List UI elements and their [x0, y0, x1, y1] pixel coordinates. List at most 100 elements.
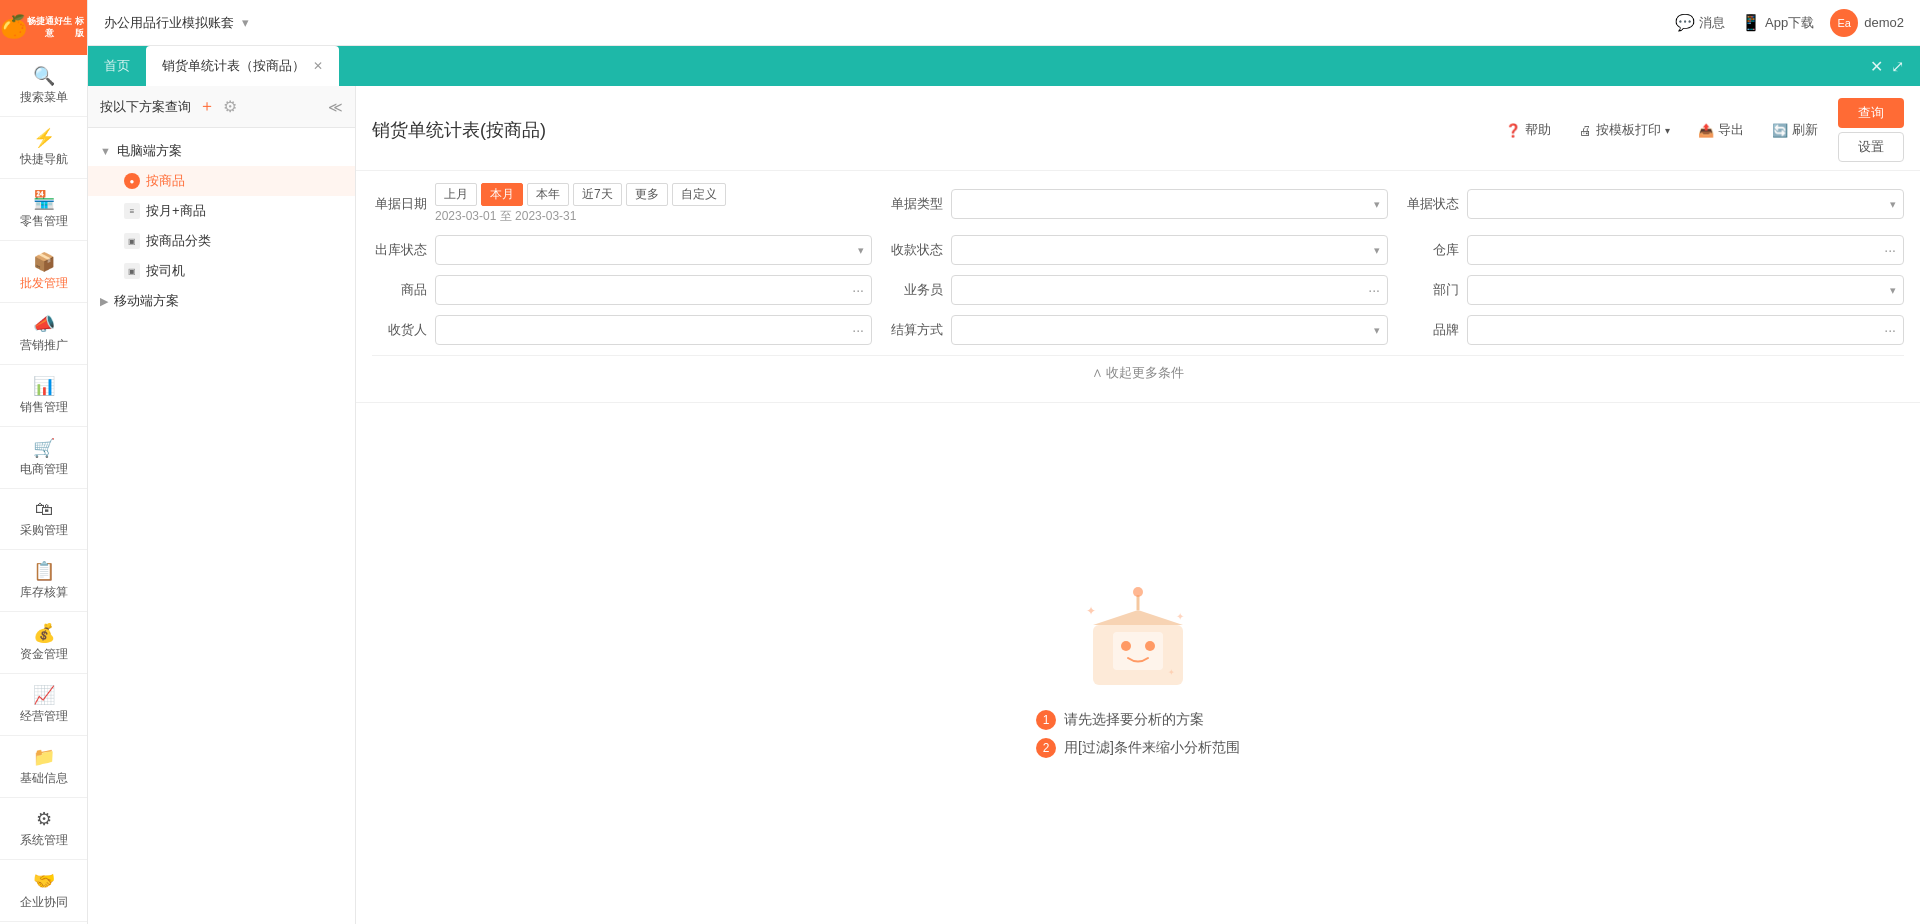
- empty-svg: ✦ ✦ ✦: [1068, 570, 1208, 690]
- filter-item-out-status: 出库状态 已出库 ▾: [372, 235, 872, 265]
- user-menu-button[interactable]: Ea demo2: [1830, 9, 1904, 37]
- dept-label: 部门: [1404, 281, 1459, 299]
- warehouse-input[interactable]: [1467, 235, 1904, 265]
- tab-close-button[interactable]: ✕: [313, 59, 323, 73]
- date-more[interactable]: 更多: [626, 183, 668, 206]
- sidebar-item-sales[interactable]: 📊 销售管理: [0, 365, 87, 427]
- export-icon: 📤: [1698, 123, 1714, 138]
- tree-child-by-driver[interactable]: ▣ 按司机: [88, 256, 355, 286]
- payment-input[interactable]: [951, 315, 1388, 345]
- consignee-dots-button[interactable]: ···: [852, 322, 864, 338]
- tab-home[interactable]: 首页: [88, 46, 146, 86]
- sidebar-item-retail[interactable]: 🏪 零售管理: [0, 179, 87, 241]
- sidebar-item-wholesale[interactable]: 📦 批发管理: [0, 241, 87, 303]
- message-button[interactable]: 💬 消息: [1675, 13, 1725, 32]
- empty-state: ✦ ✦ ✦ 1 请先选择要分析的方案 2 用[过滤]条件来缩小分析范围: [356, 403, 1920, 924]
- content-area: 按以下方案查询 ＋ ⚙ ≪ ▼ 电脑端方案 ● 按商品: [88, 86, 1920, 924]
- sidebar-item-finance[interactable]: 💰 资金管理: [0, 612, 87, 674]
- goods-dots-button[interactable]: ···: [852, 282, 864, 298]
- tree-child-by-goods[interactable]: ● 按商品: [88, 166, 355, 196]
- tree-child-by-goods-category[interactable]: ▣ 按商品分类: [88, 226, 355, 256]
- tree-child-by-month-goods[interactable]: ≡ 按月+商品: [88, 196, 355, 226]
- dept-input[interactable]: [1467, 275, 1904, 305]
- scheme-settings-button[interactable]: ⚙: [223, 97, 237, 116]
- sidebar-item-marketing[interactable]: 📣 营销推广: [0, 303, 87, 365]
- purchase-icon: 🛍: [5, 499, 82, 520]
- ecommerce-icon: 🛒: [5, 437, 82, 459]
- type-input[interactable]: 销货单: [951, 189, 1388, 219]
- goods-input[interactable]: [435, 275, 872, 305]
- left-panel: 按以下方案查询 ＋ ⚙ ≪ ▼ 电脑端方案 ● 按商品: [88, 86, 356, 924]
- brand-dots-button[interactable]: ···: [1884, 322, 1896, 338]
- quick-nav-icon: ⚡: [5, 127, 82, 149]
- brand-input[interactable]: [1467, 315, 1904, 345]
- wholesale-icon: 📦: [5, 251, 82, 273]
- query-button[interactable]: 查询: [1838, 98, 1904, 128]
- sidebar-item-ecommerce[interactable]: 🛒 电商管理: [0, 427, 87, 489]
- status-label: 单据状态: [1404, 195, 1459, 213]
- avatar: Ea: [1830, 9, 1858, 37]
- goods-control: ···: [435, 275, 872, 305]
- sidebar-item-inventory[interactable]: 📋 库存核算: [0, 550, 87, 612]
- salesperson-input[interactable]: [951, 275, 1388, 305]
- tab-close-window-button[interactable]: ✕: [1870, 57, 1883, 76]
- tab-sales-stats[interactable]: 销货单统计表（按商品） ✕: [146, 46, 339, 86]
- consignee-label: 收货人: [372, 321, 427, 339]
- print-dropdown-icon[interactable]: ▾: [1665, 125, 1670, 136]
- app-download-button[interactable]: 📱 App下载: [1741, 13, 1814, 32]
- export-button[interactable]: 📤 导出: [1690, 117, 1752, 143]
- status-input[interactable]: 已生效: [1467, 189, 1904, 219]
- recv-status-input[interactable]: [951, 235, 1388, 265]
- out-status-control: 已出库 ▾: [435, 235, 872, 265]
- salesperson-dots-button[interactable]: ···: [1368, 282, 1380, 298]
- date-last-month[interactable]: 上月: [435, 183, 477, 206]
- tree-parent-pc[interactable]: ▼ 电脑端方案: [88, 136, 355, 166]
- sidebar-item-base-info[interactable]: 📁 基础信息: [0, 736, 87, 798]
- app-download-icon: 📱: [1741, 13, 1761, 32]
- tip-num-1: 1: [1036, 710, 1056, 730]
- filter-row-1: 单据日期 上月 本月 本年 近7天 更多 自定义: [372, 183, 1904, 225]
- svg-rect-1: [1113, 632, 1163, 670]
- sidebar-item-operations[interactable]: 📈 经营管理: [0, 674, 87, 736]
- collapse-filter-button[interactable]: ∧ 收起更多条件: [372, 355, 1904, 390]
- print-button[interactable]: 🖨 按模板打印 ▾: [1571, 117, 1678, 143]
- sidebar-item-purchase[interactable]: 🛍 采购管理: [0, 489, 87, 550]
- system-icon: ⚙: [5, 808, 82, 830]
- type-control: 销货单 ▾: [951, 189, 1388, 219]
- date-custom[interactable]: 自定义: [672, 183, 726, 206]
- sidebar-item-search[interactable]: 🔍 搜索菜单: [0, 55, 87, 117]
- help-button[interactable]: ❓ 帮助: [1497, 117, 1559, 143]
- header-left: 办公用品行业模拟账套 ▾: [104, 14, 249, 32]
- filter-item-type: 单据类型 销货单 ▾: [888, 189, 1388, 219]
- panel-collapse-button[interactable]: ≪: [328, 99, 343, 115]
- sidebar-item-collab[interactable]: 🤝 企业协同: [0, 860, 87, 922]
- tab-restore-window-button[interactable]: ⤢: [1891, 57, 1904, 76]
- tree-parent-mobile[interactable]: ▶ 移动端方案: [88, 286, 355, 316]
- out-status-input[interactable]: 已出库: [435, 235, 872, 265]
- warehouse-dots-button[interactable]: ···: [1884, 242, 1896, 258]
- settings-button[interactable]: 设置: [1838, 132, 1904, 162]
- filter-item-warehouse: 仓库 ···: [1404, 235, 1904, 265]
- svg-text:✦: ✦: [1168, 668, 1175, 677]
- filter-form: 单据日期 上月 本月 本年 近7天 更多 自定义: [356, 171, 1920, 403]
- help-icon: ❓: [1505, 123, 1521, 138]
- marketing-icon: 📣: [5, 313, 82, 335]
- date-this-year[interactable]: 本年: [527, 183, 569, 206]
- refresh-button[interactable]: 🔄 刷新: [1764, 117, 1826, 143]
- workspace-dropdown-icon[interactable]: ▾: [242, 15, 249, 30]
- operations-icon: 📈: [5, 684, 82, 706]
- date-range-wrapper: 上月 本月 本年 近7天 更多 自定义 2023-03-01 至 2023-03…: [435, 183, 726, 225]
- main-area: 办公用品行业模拟账套 ▾ 💬 消息 📱 App下载 Ea demo2 首页: [88, 0, 1920, 924]
- sidebar-item-quick-nav[interactable]: ⚡ 快捷导航: [0, 117, 87, 179]
- filter-item-dept: 部门 ▾: [1404, 275, 1904, 305]
- message-icon: 💬: [1675, 13, 1695, 32]
- date-last-7-days[interactable]: 近7天: [573, 183, 622, 206]
- date-this-month[interactable]: 本月: [481, 183, 523, 206]
- payment-control: ▾: [951, 315, 1388, 345]
- consignee-input[interactable]: [435, 315, 872, 345]
- sidebar-item-system[interactable]: ⚙ 系统管理: [0, 798, 87, 860]
- svg-text:✦: ✦: [1086, 604, 1096, 618]
- date-control: 上月 本月 本年 近7天 更多 自定义 2023-03-01 至 2023-03…: [435, 183, 872, 225]
- tree-toggle-mobile: ▶: [100, 295, 108, 308]
- add-scheme-button[interactable]: ＋: [199, 96, 215, 117]
